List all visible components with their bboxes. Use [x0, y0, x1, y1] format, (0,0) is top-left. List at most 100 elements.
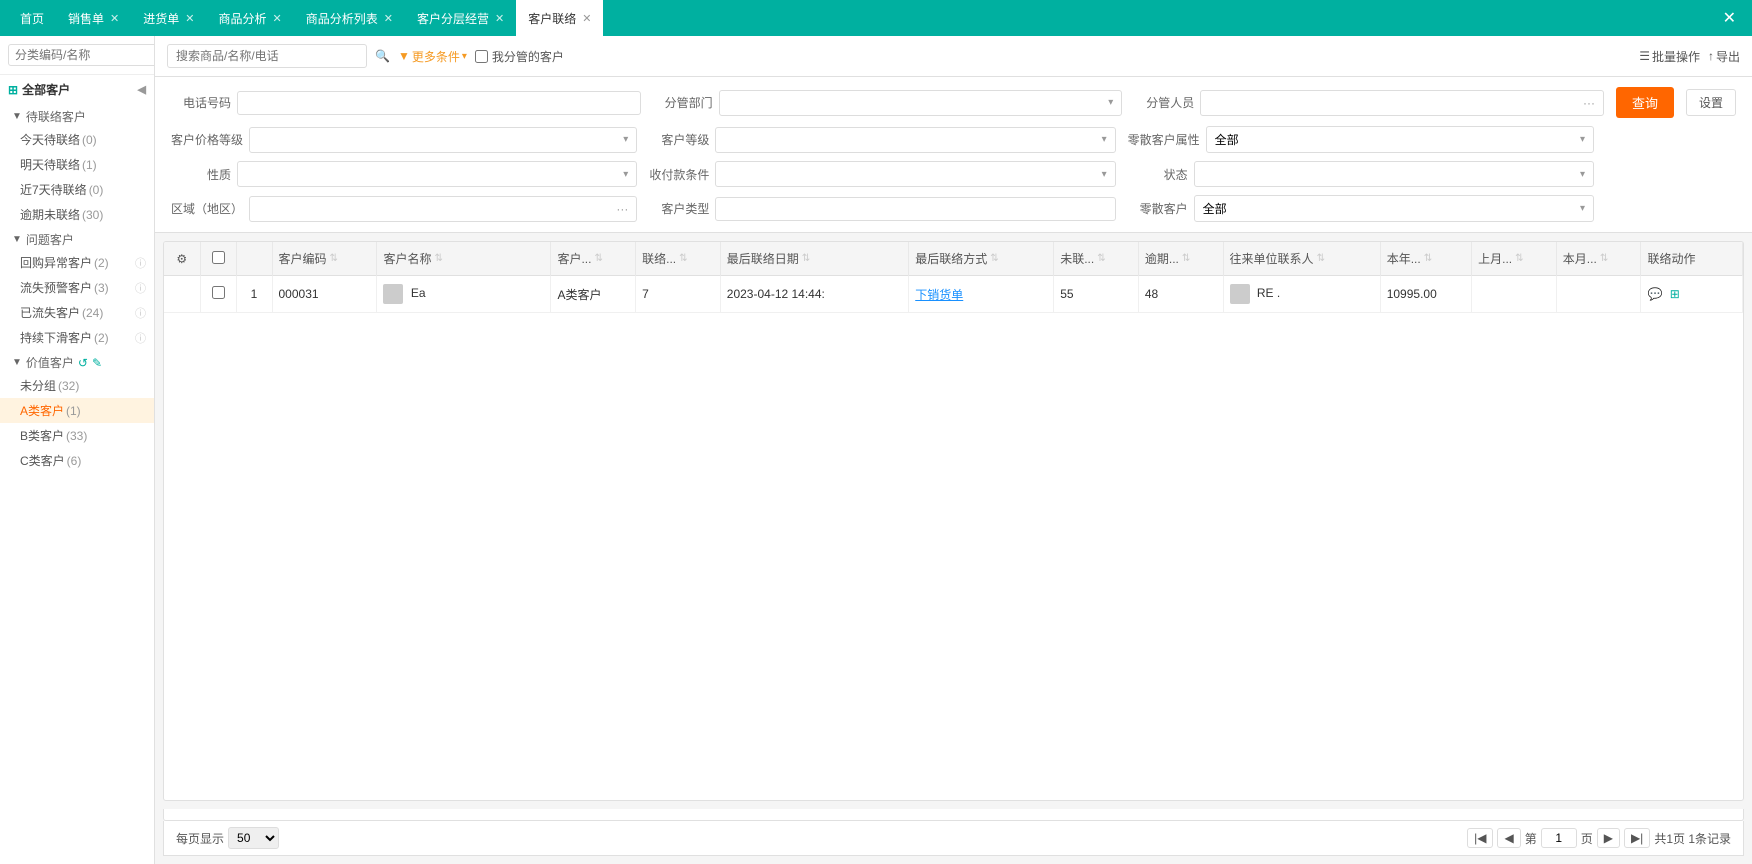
group-problem-label: 问题客户 — [26, 231, 74, 248]
query-button[interactable]: 查询 — [1616, 87, 1674, 118]
tab-product-list-close[interactable]: ✕ — [384, 12, 393, 25]
status-select[interactable]: ▾ — [1194, 161, 1594, 187]
th-settings[interactable]: ⚙ — [164, 242, 200, 276]
tab-customer-segment-close[interactable]: ✕ — [495, 12, 504, 25]
edit-icon[interactable]: ✎ — [92, 356, 102, 370]
qr-icon[interactable]: ⊞ — [1670, 287, 1680, 301]
group-problem-customers[interactable]: ▼ 问题客户 — [0, 227, 154, 250]
region-input[interactable]: ··· — [249, 196, 637, 222]
sidebar-item-churned[interactable]: 已流失客户 (24) ⓘ — [0, 300, 154, 325]
retail-attr-label: 零散客户属性 — [1128, 131, 1200, 148]
dept-select[interactable]: ▾ — [719, 90, 1123, 116]
th-checkbox[interactable] — [200, 242, 236, 276]
select-all-checkbox[interactable] — [212, 251, 225, 264]
per-page-select[interactable]: 50 100 200 — [228, 827, 279, 849]
nature-select[interactable]: ▾ — [237, 161, 637, 187]
filter-search-icon[interactable]: 🔍 — [375, 49, 390, 63]
nav-tab-product-analysis[interactable]: 商品分析 ✕ — [206, 0, 293, 36]
dept-chevron: ▾ — [1108, 97, 1113, 108]
contact-method-link[interactable]: 下销货单 — [915, 288, 963, 302]
sidebar-item-overdue-contact[interactable]: 逾期未联络 (30) — [0, 202, 154, 227]
refresh-icon[interactable]: ↺ — [78, 356, 88, 370]
last-page-button[interactable]: ▶| — [1624, 828, 1650, 848]
phone-input[interactable] — [237, 91, 641, 115]
sidebar-item-a-class[interactable]: A类客户 (1) — [0, 398, 154, 423]
tab-product-analysis-close[interactable]: ✕ — [273, 12, 282, 25]
filter-row-4: 区域（地区） ··· 客户类型 零散客户 全部 ▾ — [171, 195, 1736, 222]
nav-tab-home[interactable]: 首页 — [8, 0, 56, 36]
field-payment: 收付款条件 ▾ — [649, 161, 1115, 187]
my-customers-check[interactable] — [475, 50, 488, 63]
nav-tab-sales[interactable]: 销售单 ✕ — [56, 0, 131, 36]
my-customers-checkbox[interactable]: 我分管的客户 — [475, 48, 564, 65]
row-checkbox[interactable] — [212, 286, 225, 299]
declining-label: 持续下滑客户 — [20, 329, 92, 346]
top-navigation: 首页 销售单 ✕ 进货单 ✕ 商品分析 ✕ 商品分析列表 ✕ 客户分层经营 ✕ … — [0, 0, 1752, 36]
price-level-select[interactable]: ▾ — [249, 127, 637, 153]
td-overdue: 48 — [1138, 276, 1223, 313]
chat-icon[interactable]: 💬 — [1647, 287, 1662, 301]
td-checkbox[interactable] — [200, 276, 236, 313]
payment-select[interactable]: ▾ — [715, 161, 1115, 187]
group-pending-contact[interactable]: ▼ 待联络客户 — [0, 104, 154, 127]
sidebar-item-tomorrow-pending[interactable]: 明天待联络 (1) — [0, 152, 154, 177]
td-last-contact-method[interactable]: 下销货单 — [909, 276, 1054, 313]
th-last-contact-method[interactable]: 最后联络方式 ⇅ — [909, 242, 1054, 276]
customer-level-select[interactable]: ▾ — [715, 127, 1115, 153]
tab-sales-close[interactable]: ✕ — [110, 12, 119, 25]
tab-purchase-close[interactable]: ✕ — [185, 12, 194, 25]
th-category[interactable]: 客户... ⇅ — [551, 242, 636, 276]
group-value-customers[interactable]: ▼ 价值客户 ↺ ✎ — [0, 350, 154, 373]
prev-page-button[interactable]: ◀ — [1497, 828, 1520, 848]
retail-customer-select[interactable]: 全部 ▾ — [1194, 195, 1594, 222]
nav-tab-customer-contact[interactable]: 客户联络 ✕ — [516, 0, 603, 36]
filter-search-input[interactable] — [167, 44, 367, 68]
first-page-button[interactable]: |◀ — [1467, 828, 1493, 848]
table-footer: 每页显示 50 100 200 |◀ ◀ 第 页 ▶ ▶| 共1页 1条记录 — [163, 821, 1744, 856]
next-page-button[interactable]: ▶ — [1597, 828, 1620, 848]
sidebar-item-today-pending[interactable]: 今天待联络 (0) — [0, 127, 154, 152]
sidebar-item-7days-pending[interactable]: 近7天待联络 (0) — [0, 177, 154, 202]
collapse-icon[interactable]: ◀ — [138, 83, 146, 96]
filter-more-button[interactable]: ▼ 更多条件 ▾ — [398, 48, 467, 65]
manager-input[interactable]: ··· — [1200, 90, 1604, 116]
th-no-contact[interactable]: 未联... ⇅ — [1054, 242, 1139, 276]
repurchase-label: 回购异常客户 — [20, 254, 92, 271]
th-overdue[interactable]: 逾期... ⇅ — [1138, 242, 1223, 276]
ungrouped-count: (32) — [58, 379, 79, 393]
nav-tab-purchase[interactable]: 进货单 ✕ — [131, 0, 206, 36]
sidebar-item-b-class[interactable]: B类客户 (33) — [0, 423, 154, 448]
export-icon: ↑ — [1708, 49, 1714, 63]
sidebar-item-c-class[interactable]: C类客户 (6) — [0, 448, 154, 473]
retail-attr-select[interactable]: 全部 ▾ — [1206, 126, 1594, 153]
nav-tab-product-analysis-list[interactable]: 商品分析列表 ✕ — [294, 0, 405, 36]
sidebar-item-repurchase-abnormal[interactable]: 回购异常客户 (2) ⓘ — [0, 250, 154, 275]
th-unit-contact[interactable]: 往来单位联系人 ⇅ — [1223, 242, 1380, 276]
table-header-row: ⚙ 客户编码 ⇅ — [164, 242, 1743, 276]
batch-operation-button[interactable]: ☰ 批量操作 — [1639, 48, 1700, 65]
settings-button[interactable]: 设置 — [1686, 89, 1736, 116]
th-name[interactable]: 客户名称 ⇅ — [377, 242, 551, 276]
close-all-tabs-button[interactable]: ✕ — [1715, 8, 1744, 28]
tab-product-list-label: 商品分析列表 — [306, 10, 378, 27]
th-contact[interactable]: 联络... ⇅ — [636, 242, 721, 276]
sidebar-search-input[interactable] — [8, 44, 155, 66]
field-nature: 性质 ▾ — [171, 161, 637, 187]
th-code[interactable]: 客户编码 ⇅ — [272, 242, 377, 276]
customer-type-input[interactable] — [715, 197, 1115, 221]
tab-customer-contact-close[interactable]: ✕ — [582, 12, 591, 25]
sidebar-item-ungrouped[interactable]: 未分组 (32) — [0, 373, 154, 398]
th-last-contact-date[interactable]: 最后联络日期 ⇅ — [720, 242, 908, 276]
nav-tab-customer-segment[interactable]: 客户分层经营 ✕ — [405, 0, 516, 36]
td-category: A类客户 — [551, 276, 636, 313]
sidebar-item-declining[interactable]: 持续下滑客户 (2) ⓘ — [0, 325, 154, 350]
horizontal-scrollbar[interactable] — [163, 809, 1744, 821]
th-last-month[interactable]: 上月... ⇅ — [1472, 242, 1557, 276]
th-this-year[interactable]: 本年... ⇅ — [1380, 242, 1471, 276]
page-number-input[interactable] — [1541, 828, 1577, 848]
th-this-month[interactable]: 本月... ⇅ — [1556, 242, 1641, 276]
export-button[interactable]: ↑ 导出 — [1708, 48, 1740, 65]
all-customers-section[interactable]: ⊞ 全部客户 ◀ — [0, 75, 154, 104]
sidebar-item-churn-warning[interactable]: 流失预警客户 (3) ⓘ — [0, 275, 154, 300]
repurchase-count: (2) — [94, 256, 109, 270]
